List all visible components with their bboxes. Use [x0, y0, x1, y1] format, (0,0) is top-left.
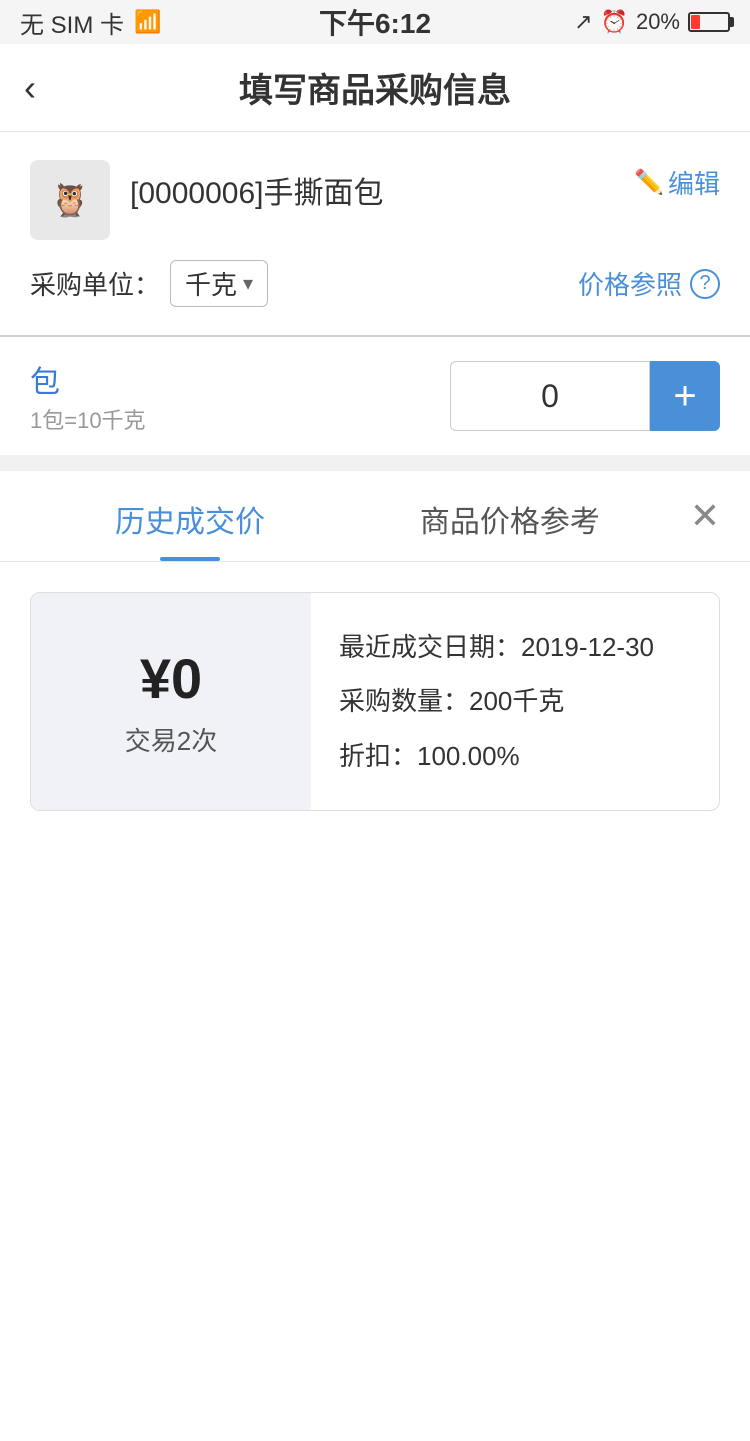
- location-icon: ↗: [574, 9, 592, 35]
- history-price-value: ¥0: [140, 646, 202, 711]
- tab1-label: 历史成交价: [115, 506, 265, 539]
- nav-bar: ‹ 填写商品采购信息: [0, 44, 750, 132]
- status-time: 下午6:12: [319, 2, 431, 42]
- quantity-row: 包 1包=10千克 0 +: [0, 337, 750, 455]
- history-price-card: ¥0 交易2次 最近成交日期：2019-12-30 采购数量：200千克 折扣：…: [30, 592, 720, 811]
- product-info: 🦉 [0000006]手撕面包: [30, 160, 634, 240]
- price-reference-button[interactable]: 价格参照 ?: [578, 265, 720, 302]
- recent-date-label: 最近成交日期：: [339, 632, 521, 662]
- bottom-space: [0, 841, 750, 1441]
- history-trades-count: 交易2次: [125, 721, 217, 758]
- price-ref-label: 价格参照: [578, 265, 682, 302]
- tab2-label: 商品价格参考: [420, 506, 600, 539]
- product-header: 🦉 [0000006]手撕面包 ✏️ 编辑: [30, 160, 720, 240]
- quantity-input-wrap: 0 +: [450, 361, 720, 431]
- discount-row: 折扣：100.00%: [339, 738, 691, 774]
- section-separator: [0, 455, 750, 471]
- purchase-qty-value: 200千克: [469, 686, 564, 716]
- quantity-input[interactable]: 0: [450, 361, 650, 431]
- quantity-conversion-note: 1包=10千克: [30, 403, 146, 435]
- product-logo-icon: 🦉: [50, 181, 90, 219]
- recent-date-row: 最近成交日期：2019-12-30: [339, 629, 691, 665]
- edit-button[interactable]: ✏️ 编辑: [634, 164, 720, 201]
- chevron-down-icon: ▾: [243, 271, 253, 296]
- status-right: ↗ ⏰ 20%: [574, 9, 730, 35]
- plus-icon: +: [673, 374, 696, 419]
- carrier-text: 无 SIM 卡: [20, 5, 124, 40]
- recent-date-value: 2019-12-30: [521, 632, 654, 662]
- purchase-qty-row: 采购数量：200千克: [339, 683, 691, 719]
- tab-history-price[interactable]: 历史成交价: [30, 471, 350, 561]
- purchase-qty-label: 采购数量：: [339, 686, 469, 716]
- unit-value: 千克: [185, 265, 237, 302]
- unit-select-dropdown[interactable]: 千克 ▾: [170, 260, 268, 307]
- tab-content-history: ¥0 交易2次 最近成交日期：2019-12-30 采购数量：200千克 折扣：…: [0, 562, 750, 841]
- tabs-header: 历史成交价 商品价格参考 ✕: [0, 471, 750, 562]
- discount-value: 100.00%: [417, 741, 520, 771]
- battery-indicator: [688, 12, 730, 32]
- product-thumbnail: 🦉: [30, 160, 110, 240]
- price-number: 0: [171, 647, 202, 710]
- history-card-right: 最近成交日期：2019-12-30 采购数量：200千克 折扣：100.00%: [311, 593, 719, 810]
- unit-label-wrap: 采购单位： 千克 ▾: [30, 260, 268, 307]
- quantity-label-wrap: 包 1包=10千克: [30, 357, 146, 435]
- wifi-icon: 📶: [134, 9, 161, 35]
- battery-fill: [691, 15, 700, 29]
- tabs-close-button[interactable]: ✕: [670, 485, 720, 547]
- history-card-left: ¥0 交易2次: [31, 593, 311, 810]
- tabs-container: 历史成交价 商品价格参考 ✕ ¥0 交易2次 最近成交日期：2019-12-30…: [0, 471, 750, 841]
- product-card: 🦉 [0000006]手撕面包 ✏️ 编辑 采购单位： 千克 ▾ 价格参照 ?: [0, 132, 750, 335]
- info-icon: ?: [690, 269, 720, 299]
- tab-active-indicator: [160, 557, 220, 561]
- page-title: 填写商品采购信息: [239, 63, 511, 112]
- alarm-icon: ⏰: [601, 9, 628, 35]
- product-name: [0000006]手撕面包: [130, 168, 383, 212]
- status-bar: 无 SIM 卡 📶 下午6:12 ↗ ⏰ 20%: [0, 0, 750, 44]
- purchase-unit-label: 采购单位：: [30, 265, 160, 302]
- status-left: 无 SIM 卡 📶: [20, 5, 161, 40]
- tab-product-price-ref[interactable]: 商品价格参考: [350, 471, 670, 561]
- currency-symbol: ¥: [140, 647, 171, 710]
- purchase-unit-row: 采购单位： 千克 ▾ 价格参照 ?: [30, 260, 720, 307]
- quantity-value: 0: [541, 378, 559, 415]
- quantity-unit-label: 包: [30, 357, 146, 401]
- edit-label: 编辑: [668, 164, 720, 201]
- back-button[interactable]: ‹: [24, 67, 36, 109]
- discount-label: 折扣：: [339, 741, 417, 771]
- quantity-plus-button[interactable]: +: [650, 361, 720, 431]
- edit-icon: ✏️: [634, 168, 664, 197]
- battery-percent: 20%: [636, 9, 680, 35]
